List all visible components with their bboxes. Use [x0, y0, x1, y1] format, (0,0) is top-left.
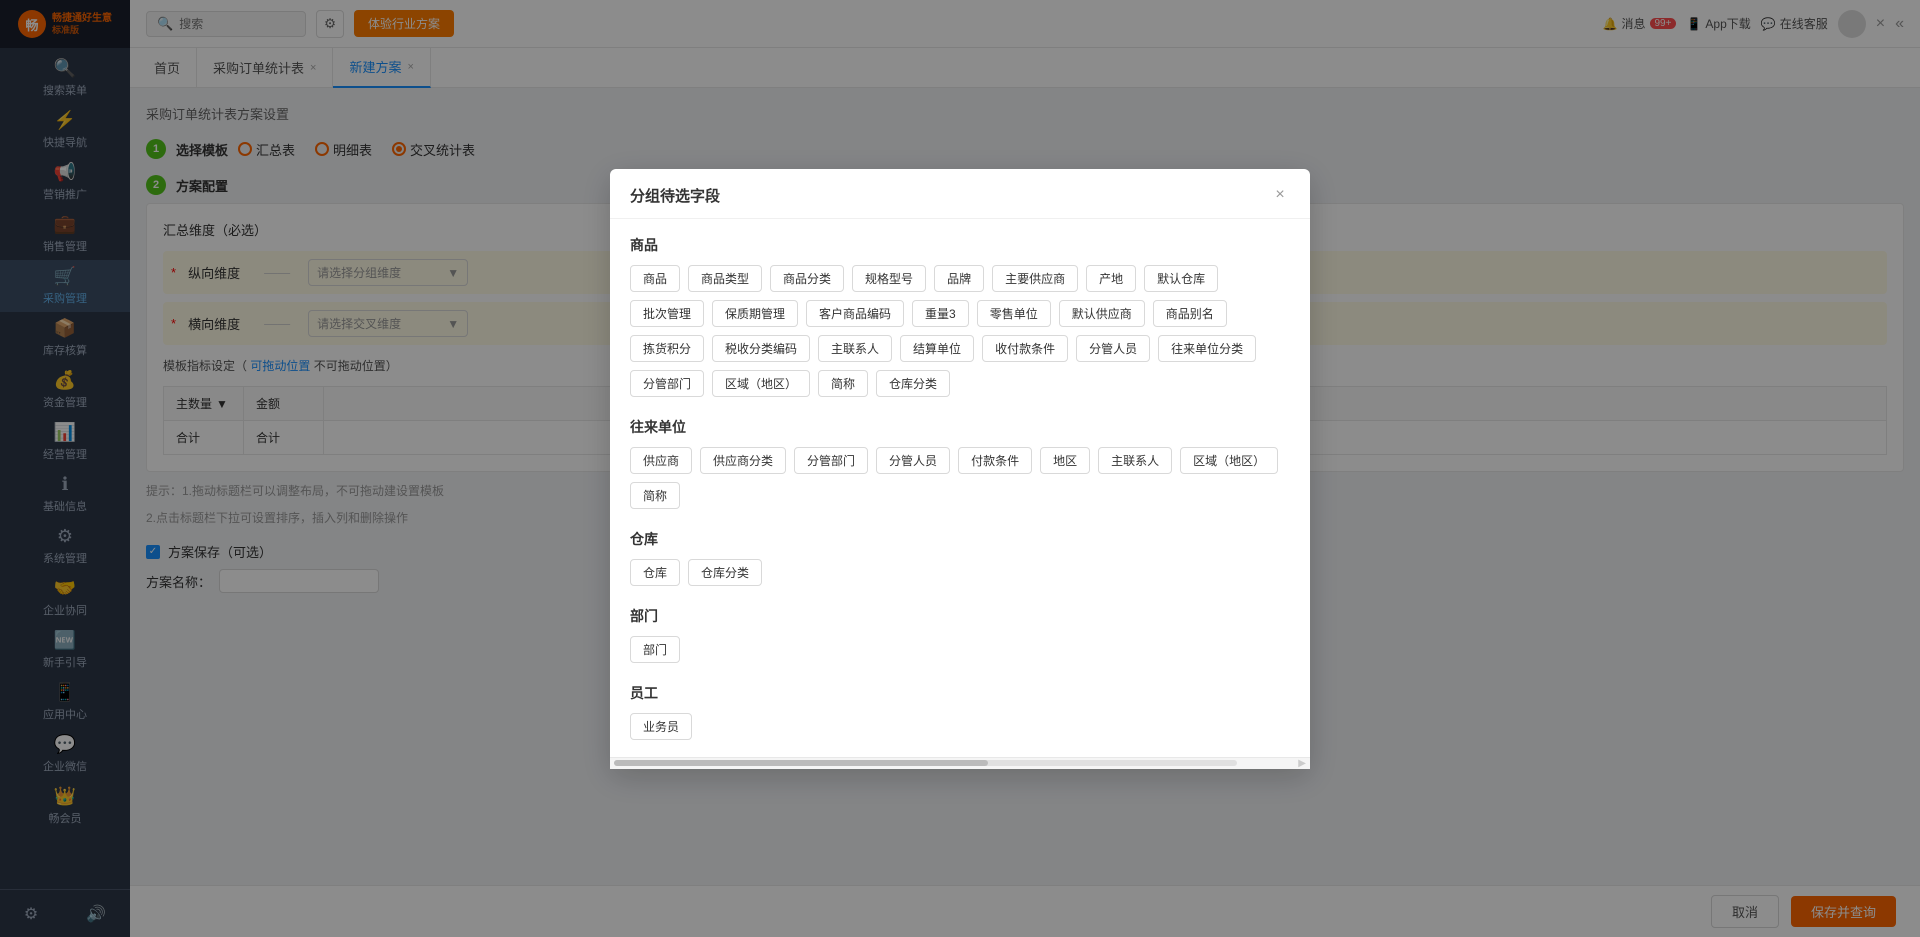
chip-product-12[interactable]: 零售单位	[977, 300, 1051, 327]
field-group-warehouse: 仓库 仓库 仓库分类	[630, 529, 1290, 586]
dialog-body: 商品 商品 商品类型 商品分类 规格型号 品牌 主要供应商 产地 默认仓库 批次…	[610, 219, 1310, 757]
field-group-product: 商品 商品 商品类型 商品分类 规格型号 品牌 主要供应商 产地 默认仓库 批次…	[630, 235, 1290, 397]
field-group-partner-title: 往来单位	[630, 417, 1290, 437]
chip-product-15[interactable]: 拣货积分	[630, 335, 704, 362]
chip-employee-0[interactable]: 业务员	[630, 713, 692, 740]
dialog-header: 分组待选字段 ×	[610, 169, 1310, 219]
field-group-product-title: 商品	[630, 235, 1290, 255]
field-group-dept: 部门 部门	[630, 606, 1290, 663]
chip-product-21[interactable]: 往来单位分类	[1158, 335, 1256, 362]
chip-product-14[interactable]: 商品别名	[1153, 300, 1227, 327]
chip-product-24[interactable]: 简称	[818, 370, 868, 397]
field-group-dept-title: 部门	[630, 606, 1290, 626]
chip-partner-8[interactable]: 简称	[630, 482, 680, 509]
chip-product-8[interactable]: 批次管理	[630, 300, 704, 327]
chip-partner-4[interactable]: 付款条件	[958, 447, 1032, 474]
chip-product-1[interactable]: 商品类型	[688, 265, 762, 292]
chip-dept-0[interactable]: 部门	[630, 636, 680, 663]
chip-product-16[interactable]: 税收分类编码	[712, 335, 810, 362]
chip-product-9[interactable]: 保质期管理	[712, 300, 798, 327]
chip-partner-1[interactable]: 供应商分类	[700, 447, 786, 474]
field-chips-product: 商品 商品类型 商品分类 规格型号 品牌 主要供应商 产地 默认仓库 批次管理 …	[630, 265, 1290, 397]
chip-product-11[interactable]: 重量3	[912, 300, 969, 327]
chip-product-20[interactable]: 分管人员	[1076, 335, 1150, 362]
dialog-overlay: 分组待选字段 × 商品 商品 商品类型 商品分类 规格型号 品牌 主要供应商 产…	[0, 0, 1920, 937]
chip-product-7[interactable]: 默认仓库	[1144, 265, 1218, 292]
chip-partner-5[interactable]: 地区	[1040, 447, 1090, 474]
chip-product-22[interactable]: 分管部门	[630, 370, 704, 397]
chip-partner-0[interactable]: 供应商	[630, 447, 692, 474]
chip-product-25[interactable]: 仓库分类	[876, 370, 950, 397]
chip-product-2[interactable]: 商品分类	[770, 265, 844, 292]
chip-product-4[interactable]: 品牌	[934, 265, 984, 292]
chip-product-6[interactable]: 产地	[1086, 265, 1136, 292]
chip-partner-3[interactable]: 分管人员	[876, 447, 950, 474]
scrollbar-track	[614, 760, 1237, 766]
chip-warehouse-1[interactable]: 仓库分类	[688, 559, 762, 586]
chip-product-17[interactable]: 主联系人	[818, 335, 892, 362]
chip-product-3[interactable]: 规格型号	[852, 265, 926, 292]
field-group-warehouse-title: 仓库	[630, 529, 1290, 549]
field-group-employee: 员工 业务员	[630, 683, 1290, 740]
dialog-title: 分组待选字段	[630, 185, 720, 206]
field-group-employee-title: 员工	[630, 683, 1290, 703]
chip-product-0[interactable]: 商品	[630, 265, 680, 292]
field-chips-dept: 部门	[630, 636, 1290, 663]
chip-product-13[interactable]: 默认供应商	[1059, 300, 1145, 327]
chip-product-18[interactable]: 结算单位	[900, 335, 974, 362]
chip-partner-2[interactable]: 分管部门	[794, 447, 868, 474]
chip-product-19[interactable]: 收付款条件	[982, 335, 1068, 362]
chip-product-23[interactable]: 区域（地区）	[712, 370, 810, 397]
chip-warehouse-0[interactable]: 仓库	[630, 559, 680, 586]
dialog-horizontal-scrollbar[interactable]: ▶	[610, 757, 1310, 769]
field-chips-employee: 业务员	[630, 713, 1290, 740]
field-chips-warehouse: 仓库 仓库分类	[630, 559, 1290, 586]
chip-partner-7[interactable]: 区域（地区）	[1180, 447, 1278, 474]
field-chips-partner: 供应商 供应商分类 分管部门 分管人员 付款条件 地区 主联系人 区域（地区） …	[630, 447, 1290, 509]
chip-product-10[interactable]: 客户商品编码	[806, 300, 904, 327]
chip-product-5[interactable]: 主要供应商	[992, 265, 1078, 292]
dialog-close-button[interactable]: ×	[1270, 185, 1290, 205]
chip-partner-6[interactable]: 主联系人	[1098, 447, 1172, 474]
dialog: 分组待选字段 × 商品 商品 商品类型 商品分类 规格型号 品牌 主要供应商 产…	[610, 169, 1310, 769]
field-group-partner: 往来单位 供应商 供应商分类 分管部门 分管人员 付款条件 地区 主联系人 区域…	[630, 417, 1290, 509]
scrollbar-thumb[interactable]	[614, 760, 988, 766]
scrollbar-right-arrow[interactable]: ▶	[1298, 758, 1306, 769]
